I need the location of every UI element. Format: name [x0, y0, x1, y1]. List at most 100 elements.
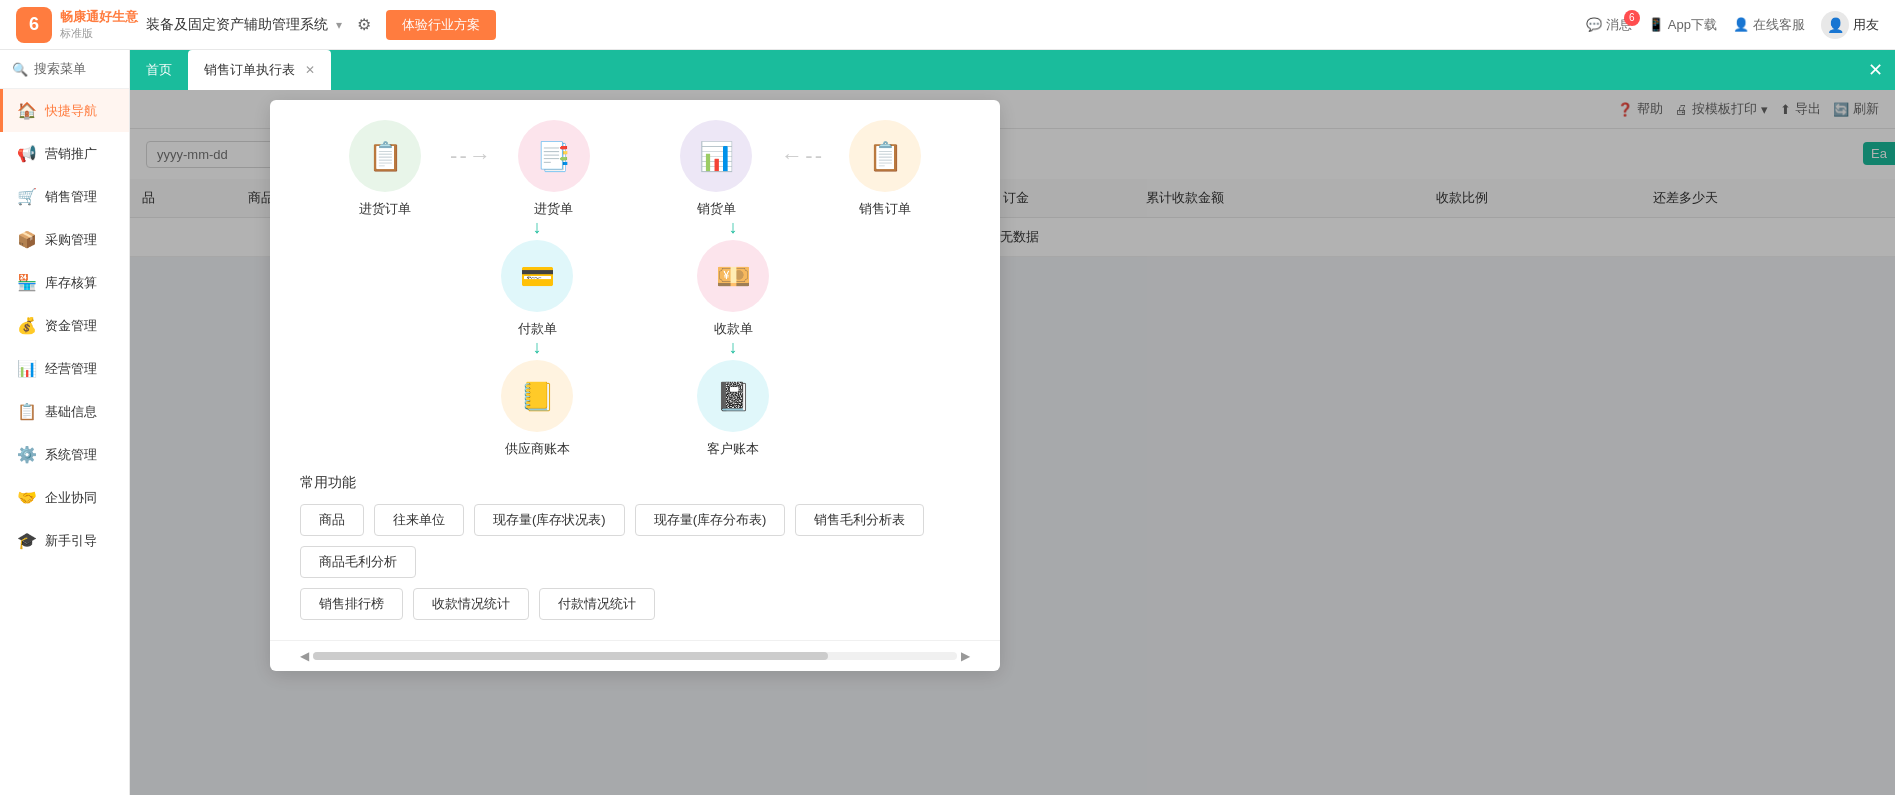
tab-sales-order[interactable]: 销售订单执行表 ✕: [188, 50, 331, 90]
node-sales-order: 📋 销售订单: [820, 120, 950, 218]
enterprise-icon: 🤝: [17, 488, 37, 507]
sales-bill-label: 销货单: [697, 200, 736, 218]
tab-sales-order-label: 销售订单执行表: [204, 61, 295, 79]
scroll-right-arrow[interactable]: ▶: [961, 649, 970, 663]
home-icon: 🏠: [17, 101, 37, 120]
sidebar-label-finance: 资金管理: [45, 317, 97, 335]
page-content: ❓ 帮助 🖨 按模板打印 ▾ ⬆ 导出 🔄: [130, 90, 1895, 795]
service-icon: 👤: [1733, 17, 1749, 32]
logo-area: 6 畅康通好生意 标准版: [16, 7, 146, 43]
sidebar-label-sales: 销售管理: [45, 188, 97, 206]
settings-icon[interactable]: ⚙: [350, 11, 378, 39]
node-supplier-ledger: 📒 供应商账本: [472, 360, 602, 458]
online-service-item[interactable]: 👤 在线客服: [1733, 16, 1805, 34]
message-item[interactable]: 💬 6 消息: [1586, 16, 1632, 34]
flow-bottom-row: 📒 供应商账本 📓 客户账本: [300, 360, 970, 458]
app-download-item[interactable]: 📱 App下载: [1648, 16, 1717, 34]
node-purchase-bill: 📑 进货单: [489, 120, 619, 218]
search-menu[interactable]: 🔍 搜索菜单: [0, 50, 129, 89]
sidebar-label-basic: 基础信息: [45, 403, 97, 421]
sidebar-item-inventory[interactable]: 🏪 库存核算: [0, 261, 129, 304]
sales-icon: 🛒: [17, 187, 37, 206]
arrow-down-sales: ↓: [668, 218, 798, 236]
func-btn-product[interactable]: 商品: [300, 504, 364, 536]
modal-box: 📋 进货订单 - - → 📑 进货单: [270, 100, 1000, 671]
sidebar-label-purchase: 采购管理: [45, 231, 97, 249]
func-btn-product-profit[interactable]: 商品毛利分析: [300, 546, 416, 578]
arrow-right-1: - - →: [450, 120, 489, 192]
sidebar-item-operations[interactable]: 📊 经营管理: [0, 347, 129, 390]
sidebar-item-enterprise[interactable]: 🤝 企业协同: [0, 476, 129, 519]
function-buttons-row1: 商品 往来单位 现存量(库存状况表) 现存量(库存分布表) 销售毛利分析表 商品…: [300, 504, 970, 578]
search-icon: 🔍: [12, 62, 28, 77]
customer-ledger-label: 客户账本: [707, 440, 759, 458]
top-header: 6 畅康通好生意 标准版 装备及固定资产辅助管理系统 ▾ ⚙ 体验行业方案 💬 …: [0, 0, 1895, 50]
node-customer-ledger: 📓 客户账本: [668, 360, 798, 458]
common-functions-title: 常用功能: [300, 474, 970, 492]
sidebar-item-guide[interactable]: 🎓 新手引导: [0, 519, 129, 562]
purchase-icon: 📦: [17, 230, 37, 249]
tab-home[interactable]: 首页: [130, 50, 188, 90]
sidebar-item-marketing[interactable]: 📢 营销推广: [0, 132, 129, 175]
content-area: 首页 销售订单执行表 ✕ ✕ ❓ 帮助: [130, 50, 1895, 795]
arrow-down-purchase: ↓: [472, 218, 602, 236]
user-item[interactable]: 👤 用友: [1821, 11, 1879, 39]
marketing-icon: 📢: [17, 144, 37, 163]
func-btn-inventory-dist[interactable]: 现存量(库存分布表): [635, 504, 786, 536]
func-btn-payment-stats[interactable]: 付款情况统计: [539, 588, 655, 620]
operations-icon: 📊: [17, 359, 37, 378]
flow-top-row: 📋 进货订单 - - → 📑 进货单: [300, 120, 970, 218]
dropdown-icon[interactable]: ▾: [336, 18, 342, 32]
receipt-label: 收款单: [714, 320, 753, 338]
function-buttons-row2: 销售排行榜 收款情况统计 付款情况统计: [300, 588, 970, 620]
sidebar: 🔍 搜索菜单 🏠 快捷导航 📢 营销推广 🛒 销售管理 📦 采购管理 🏪: [0, 50, 130, 795]
app-download-label: App下载: [1668, 16, 1717, 34]
tab-close-page[interactable]: ✕: [1856, 59, 1895, 81]
message-icon: 💬: [1586, 17, 1602, 32]
tab-close-icon[interactable]: ✕: [305, 63, 315, 77]
func-btn-inventory-status[interactable]: 现存量(库存状况表): [474, 504, 625, 536]
arrow-down-receipt: ↓: [668, 338, 798, 356]
scroll-arrows: ◀ ▶: [300, 649, 970, 663]
sales-order-icon: 📋: [849, 120, 921, 192]
arrow-down-payment: ↓: [472, 338, 602, 356]
func-btn-partner[interactable]: 往来单位: [374, 504, 464, 536]
tab-bar: 首页 销售订单执行表 ✕ ✕: [130, 50, 1895, 90]
sidebar-item-purchase[interactable]: 📦 采购管理: [0, 218, 129, 261]
sidebar-label-operations: 经营管理: [45, 360, 97, 378]
scroll-track[interactable]: [313, 652, 957, 660]
payment-label: 付款单: [518, 320, 557, 338]
finance-icon: 💰: [17, 316, 37, 335]
func-btn-sales-ranking[interactable]: 销售排行榜: [300, 588, 403, 620]
receipt-icon: 💴: [697, 240, 769, 312]
system-icon: ⚙️: [17, 445, 37, 464]
sidebar-label-quick-nav: 快捷导航: [45, 102, 97, 120]
modal-body: 📋 进货订单 - - → 📑 进货单: [270, 100, 1000, 640]
system-title: 装备及固定资产辅助管理系统: [146, 16, 328, 34]
brand-name: 畅康通好生意: [60, 9, 138, 26]
func-btn-sales-profit[interactable]: 销售毛利分析表: [795, 504, 924, 536]
payment-icon: 💳: [501, 240, 573, 312]
user-avatar: 👤: [1821, 11, 1849, 39]
phone-icon: 📱: [1648, 17, 1664, 32]
experience-btn[interactable]: 体验行业方案: [386, 10, 496, 40]
sidebar-item-basic[interactable]: 📋 基础信息: [0, 390, 129, 433]
purchase-order-icon: 📋: [349, 120, 421, 192]
sidebar-item-finance[interactable]: 💰 资金管理: [0, 304, 129, 347]
sidebar-item-quick-nav[interactable]: 🏠 快捷导航: [0, 89, 129, 132]
flow-arrows-row: ↓ ↓: [300, 218, 970, 236]
purchase-bill-icon: 📑: [518, 120, 590, 192]
supplier-ledger-label: 供应商账本: [505, 440, 570, 458]
func-btn-receipt-stats[interactable]: 收款情况统计: [413, 588, 529, 620]
system-title-area: 装备及固定资产辅助管理系统 ▾ ⚙ 体验行业方案: [146, 10, 1586, 40]
inventory-icon: 🏪: [17, 273, 37, 292]
tab-home-label: 首页: [146, 61, 172, 79]
modal-scroll-area: ◀ ▶: [270, 640, 1000, 671]
sidebar-item-sales[interactable]: 🛒 销售管理: [0, 175, 129, 218]
scroll-left-arrow[interactable]: ◀: [300, 649, 309, 663]
sidebar-label-enterprise: 企业协同: [45, 489, 97, 507]
brand-sub: 标准版: [60, 26, 138, 40]
flow-mid-row: 💳 付款单 💴 收款单: [300, 240, 970, 338]
customer-ledger-icon: 📓: [697, 360, 769, 432]
sidebar-item-system[interactable]: ⚙️ 系统管理: [0, 433, 129, 476]
